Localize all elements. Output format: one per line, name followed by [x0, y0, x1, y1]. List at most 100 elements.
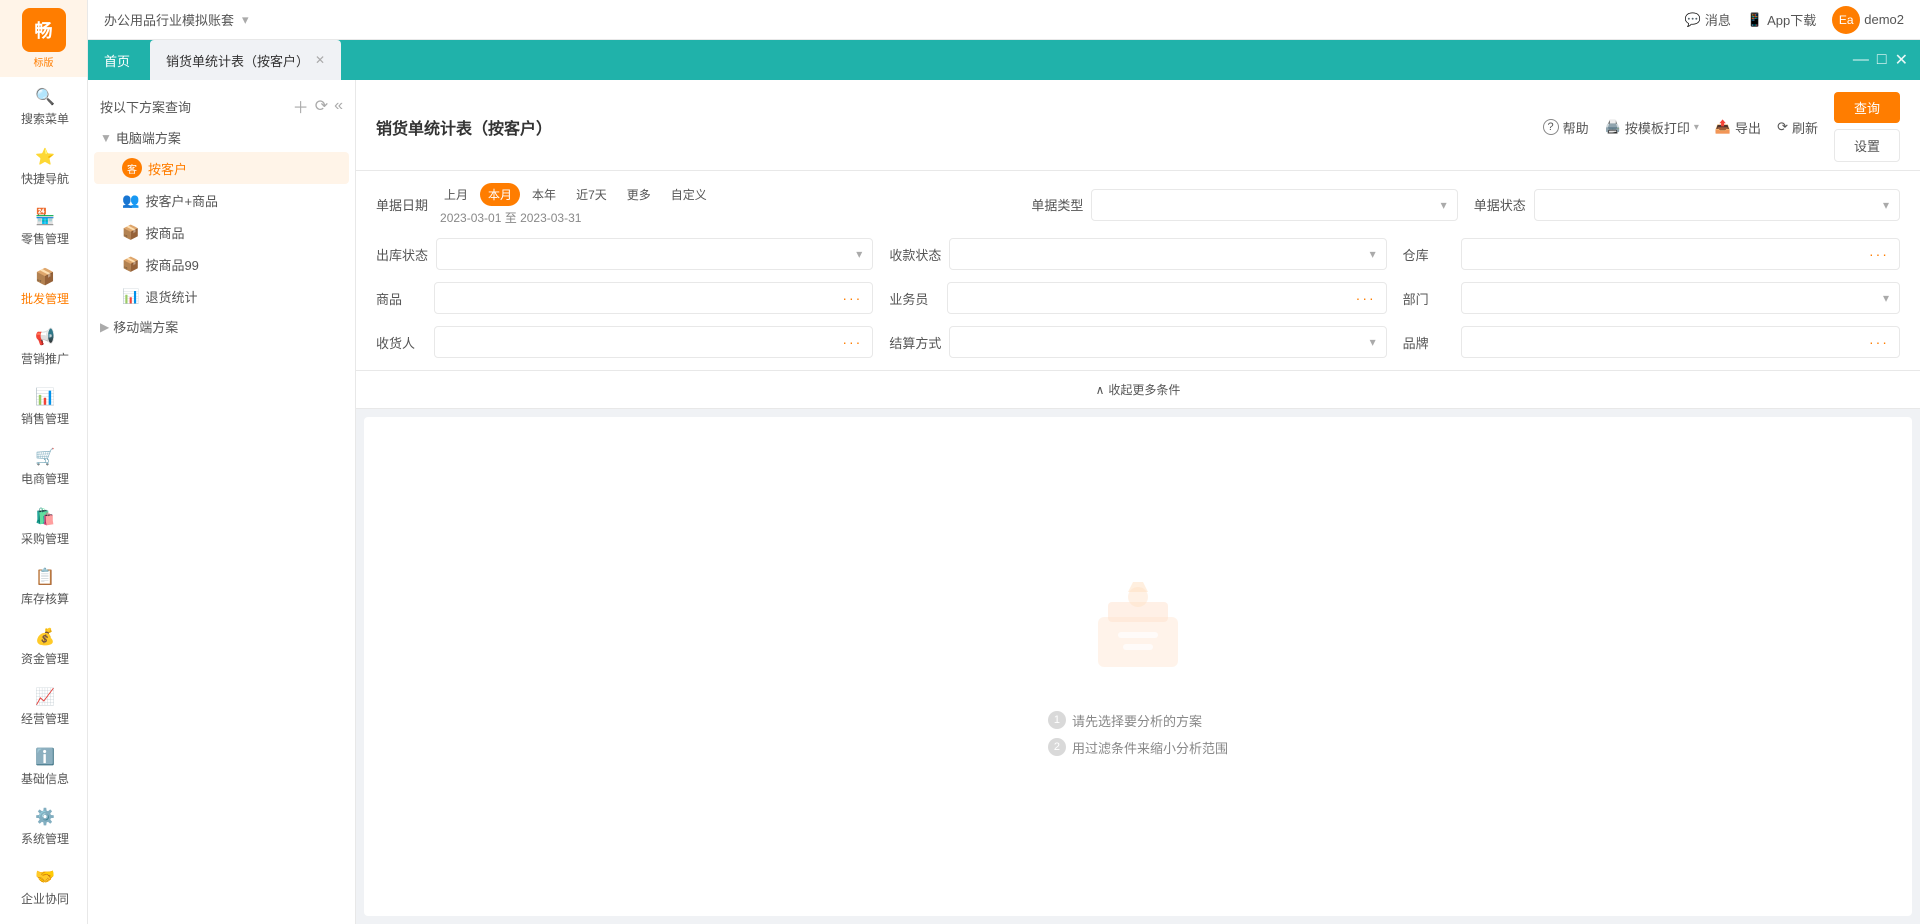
topbar-user[interactable]: Ea demo2	[1832, 6, 1904, 34]
payment-arrow-icon: ▾	[1370, 247, 1376, 261]
export-icon: 📤	[1715, 119, 1731, 135]
payment-select[interactable]: ▾	[949, 238, 1386, 270]
topbar-title: 办公用品行业模拟账套	[104, 10, 234, 29]
sidebar-item-system[interactable]: ⚙️ 系统管理	[0, 797, 87, 857]
print-btn[interactable]: 🖨️ 按模板打印 ▾	[1605, 118, 1699, 137]
sidebar-item-basicinfo[interactable]: ℹ️ 基础信息	[0, 737, 87, 797]
retail-icon: 🏪	[35, 207, 55, 227]
refresh-scheme-btn[interactable]: ⟳	[315, 96, 328, 116]
ecommerce-icon: 🛒	[35, 447, 55, 467]
salesperson-dots-icon: ···	[1356, 290, 1376, 306]
sidebar-item-newguide[interactable]: 🎯 新手引导	[0, 917, 87, 924]
add-scheme-btn[interactable]: ＋	[293, 94, 309, 118]
sidebar-item-wholesale[interactable]: 📦 批发管理	[0, 257, 87, 317]
page-header: 销货单统计表（按客户） ? 帮助 🖨️ 按模板打印 ▾ 📤 导出	[356, 80, 1920, 171]
refresh-btn[interactable]: ⟳ 刷新	[1777, 118, 1818, 137]
sidebar: 畅 标版 🔍 搜索菜单 ⭐ 快捷导航 🏪 零售管理 📦 批发管理 📢 营销推广 …	[0, 0, 88, 924]
wholesale-icon: 📦	[35, 267, 55, 287]
tab-close-icon[interactable]: ✕	[315, 53, 325, 67]
scheme-item-customer-product[interactable]: 👥 按客户+商品	[94, 185, 349, 216]
tip-text-2: 用过滤条件来缩小分析范围	[1072, 738, 1228, 757]
tab-home[interactable]: 首页	[88, 40, 146, 80]
collapse-btn[interactable]: ∧ 收起更多条件	[1084, 377, 1193, 402]
scheme-group-mobile-header[interactable]: ▶ 移动端方案	[88, 313, 355, 340]
filter-product: 商品 ···	[376, 282, 873, 314]
scheme-item-product[interactable]: 📦 按商品	[94, 217, 349, 248]
sidebar-item-collab[interactable]: 🤝 企业协同	[0, 857, 87, 917]
sidebar-menu: 🔍 搜索菜单 ⭐ 快捷导航 🏪 零售管理 📦 批发管理 📢 营销推广 📊 销售管…	[0, 77, 87, 924]
user-avatar: Ea	[1832, 6, 1860, 34]
scheme-product-label: 按商品	[145, 223, 184, 242]
payment-method-label: 结算方式	[889, 333, 941, 352]
sidebar-item-finance[interactable]: 💰 资金管理	[0, 617, 87, 677]
app-download-icon: 📱	[1747, 12, 1763, 28]
date-more-btn[interactable]: 更多	[619, 183, 659, 206]
date-custom-btn[interactable]: 自定义	[663, 183, 715, 206]
doc-type-select[interactable]: ▾	[1091, 189, 1457, 221]
tip-text-1: 请先选择要分析的方案	[1072, 711, 1202, 730]
query-button[interactable]: 查询	[1834, 92, 1900, 123]
sidebar-item-label: 销售管理	[21, 410, 69, 427]
department-label: 部门	[1403, 289, 1453, 308]
scheme-item-product99[interactable]: 📦 按商品99	[94, 249, 349, 280]
window-maximize-btn[interactable]: □	[1877, 51, 1887, 69]
date-7days-btn[interactable]: 近7天	[568, 183, 615, 206]
purchase-icon: 🛍️	[35, 507, 55, 527]
sidebar-item-search[interactable]: 🔍 搜索菜单	[0, 77, 87, 137]
inventory-icon: 📋	[35, 567, 55, 587]
filter-area: 单据日期 上月 本月 本年 近7天 更多 自定义 2023-03-01 至 20…	[356, 171, 1920, 371]
warehouse-select[interactable]: ···	[1461, 238, 1900, 270]
department-arrow-icon: ▾	[1883, 291, 1889, 305]
help-btn[interactable]: ? 帮助	[1543, 118, 1589, 137]
tab-sales-statistics[interactable]: 销货单统计表（按客户） ✕	[150, 40, 341, 80]
payment-method-arrow-icon: ▾	[1370, 335, 1376, 349]
salesperson-select[interactable]: ···	[947, 282, 1386, 314]
scheme-item-returns[interactable]: 📊 退货统计	[94, 281, 349, 312]
sidebar-item-operation[interactable]: 📈 经营管理	[0, 677, 87, 737]
sidebar-item-sales[interactable]: 📊 销售管理	[0, 377, 87, 437]
settings-button[interactable]: 设置	[1834, 129, 1900, 162]
left-panel-header: 按以下方案查询 ＋ ⟳ «	[88, 88, 355, 124]
collapse-panel-btn[interactable]: «	[334, 97, 343, 115]
export-btn[interactable]: 📤 导出	[1715, 118, 1761, 137]
window-minimize-btn[interactable]: —	[1853, 51, 1869, 69]
sidebar-item-purchase[interactable]: 🛍️ 采购管理	[0, 497, 87, 557]
date-lastmonth-btn[interactable]: 上月	[436, 183, 476, 206]
content-area: 按以下方案查询 ＋ ⟳ « ▼ 电脑端方案 客 按客户 👥 按客	[88, 80, 1920, 924]
topbar-dropdown-arrow[interactable]: ▾	[242, 12, 249, 28]
topbar: 办公用品行业模拟账套 ▾ 💬 消息 📱 App下载 Ea demo2	[88, 0, 1920, 40]
topbar-message[interactable]: 💬 消息	[1685, 10, 1731, 29]
collapse-label: 收起更多条件	[1108, 381, 1180, 398]
payment-label: 收款状态	[889, 245, 941, 264]
product-select[interactable]: ···	[434, 282, 873, 314]
department-select[interactable]: ▾	[1461, 282, 1900, 314]
payment-method-select[interactable]: ▾	[949, 326, 1386, 358]
sidebar-item-label: 营销推广	[21, 350, 69, 367]
scheme-group-desktop-header[interactable]: ▼ 电脑端方案	[88, 124, 355, 151]
sidebar-item-label: 采购管理	[21, 530, 69, 547]
sidebar-item-inventory[interactable]: 📋 库存核算	[0, 557, 87, 617]
topbar-appdownload[interactable]: 📱 App下载	[1747, 10, 1816, 29]
filter-doc-type: 单据类型 ▾	[1031, 189, 1457, 221]
sidebar-item-label: 系统管理	[21, 830, 69, 847]
logo-icon: 畅	[22, 8, 66, 52]
scheme-item-customer[interactable]: 客 按客户	[94, 152, 349, 184]
scheme-customer-product-icon: 👥	[122, 192, 139, 209]
sidebar-item-retail[interactable]: 🏪 零售管理	[0, 197, 87, 257]
sidebar-item-quicknav[interactable]: ⭐ 快捷导航	[0, 137, 87, 197]
receiver-select[interactable]: ···	[434, 326, 873, 358]
sidebar-item-marketing[interactable]: 📢 营销推广	[0, 317, 87, 377]
date-thisyear-btn[interactable]: 本年	[524, 183, 564, 206]
doc-status-select[interactable]: ▾	[1534, 189, 1900, 221]
sidebar-item-ecommerce[interactable]: 🛒 电商管理	[0, 437, 87, 497]
date-thismonth-btn[interactable]: 本月	[480, 183, 520, 206]
outstock-select[interactable]: ▾	[436, 238, 873, 270]
print-icon: 🖨️	[1605, 119, 1621, 135]
topbar-title-area: 办公用品行业模拟账套 ▾	[104, 10, 249, 29]
system-icon: ⚙️	[35, 807, 55, 827]
brand-select[interactable]: ···	[1461, 326, 1900, 358]
scheme-customer-icon: 客	[122, 158, 142, 178]
scheme-group-desktop-label: 电脑端方案	[116, 128, 181, 147]
window-close-btn[interactable]: ✕	[1895, 50, 1908, 70]
basicinfo-icon: ℹ️	[35, 747, 55, 767]
